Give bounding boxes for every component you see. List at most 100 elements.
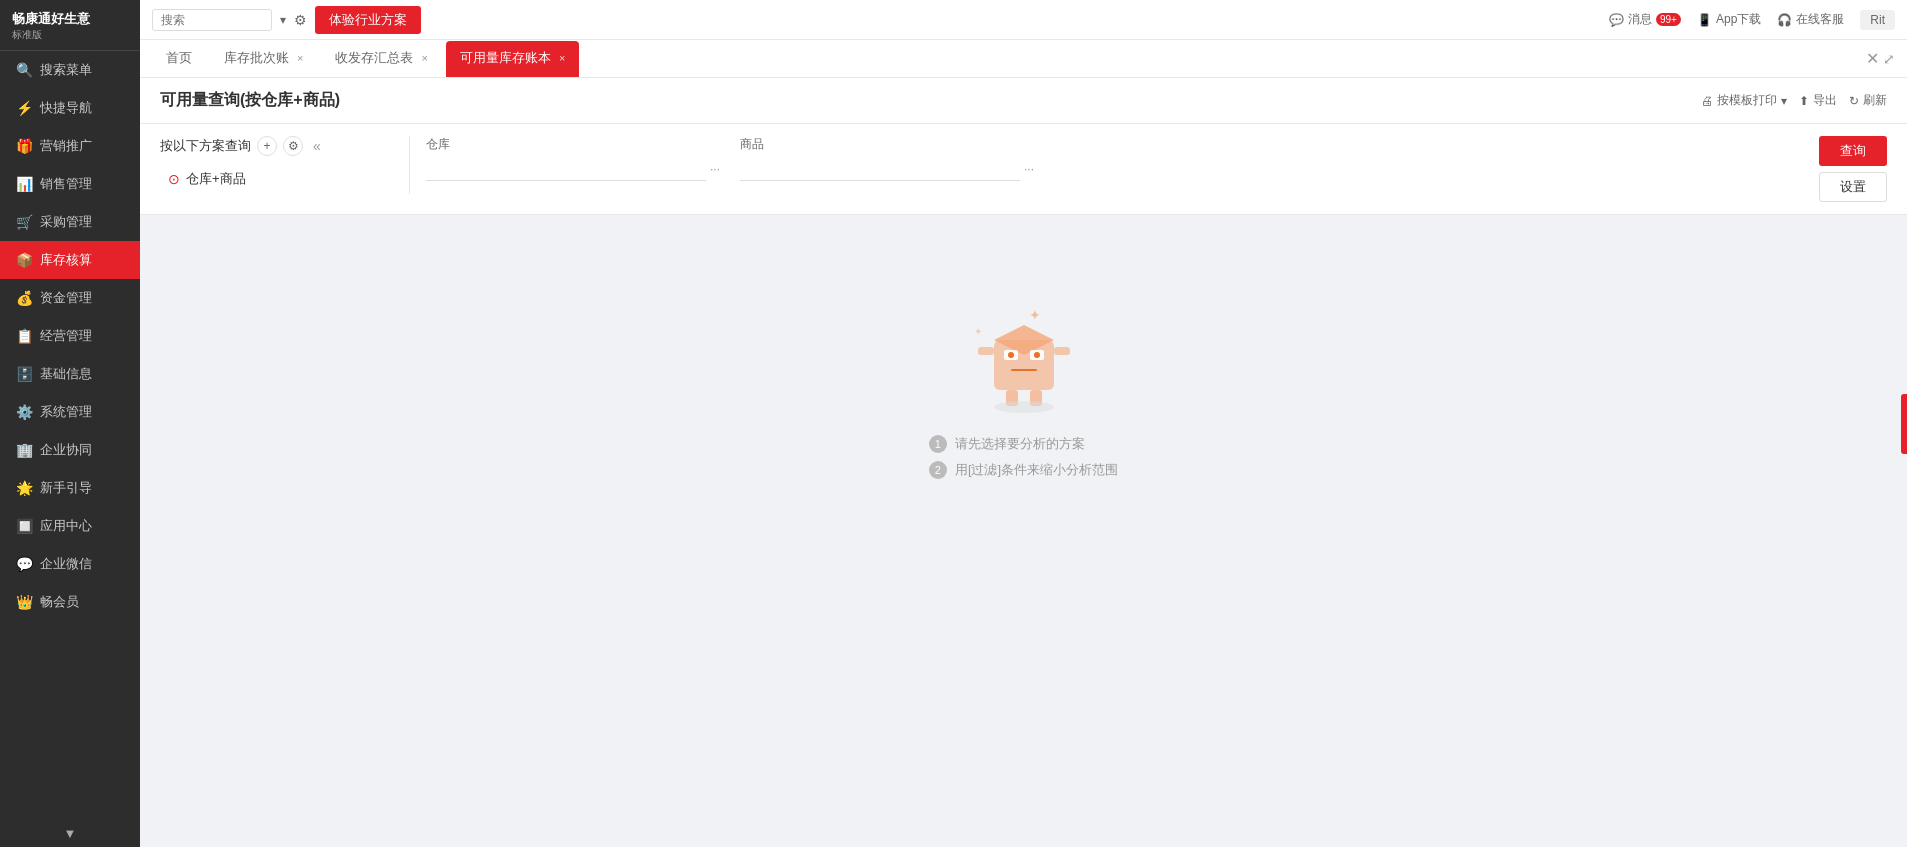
sidebar-icon-quick-nav: ⚡: [16, 100, 32, 116]
trial-industry-button[interactable]: 体验行业方案: [315, 6, 421, 34]
tab-label-home: 首页: [166, 49, 192, 67]
search-dropdown-icon[interactable]: ▾: [280, 13, 286, 27]
sidebar-item-marketing[interactable]: 🎁 营销推广: [0, 127, 140, 165]
sidebar-icon-app-center: 🔲: [16, 518, 32, 534]
print-button[interactable]: 🖨 按模板打印 ▾: [1701, 92, 1787, 109]
refresh-button[interactable]: ↻ 刷新: [1849, 92, 1887, 109]
scheme-panel: 按以下方案查询 + ⚙ « ⊙ 仓库+商品: [160, 136, 410, 194]
sidebar-item-search[interactable]: 🔍 搜索菜单: [0, 51, 140, 89]
hint-num-1: 1: [929, 435, 947, 453]
empty-hint-2: 2 用[过滤]条件来缩小分析范围: [929, 461, 1118, 479]
sidebar-label-finance: 资金管理: [40, 289, 92, 307]
user-name: Rit: [1870, 13, 1885, 27]
sidebar-label-member: 畅会员: [40, 593, 79, 611]
sidebar-icon-member: 👑: [16, 594, 32, 610]
svg-rect-9: [978, 347, 994, 355]
scheme-header-label: 按以下方案查询: [160, 137, 251, 155]
sidebar-item-inventory[interactable]: 📦 库存核算: [0, 241, 140, 279]
collapse-scheme-icon[interactable]: «: [313, 138, 321, 154]
sidebar-label-system: 系统管理: [40, 403, 92, 421]
sidebar-item-sales[interactable]: 📊 销售管理: [0, 165, 140, 203]
print-dropdown-icon: ▾: [1781, 94, 1787, 108]
sidebar-logo-title: 畅康通好生意: [12, 10, 128, 28]
app-label: App下载: [1716, 11, 1761, 28]
tab-collect-summary[interactable]: 收发存汇总表×: [321, 41, 441, 77]
sidebar-icon-system: ⚙️: [16, 404, 32, 420]
main-area: ▾ ⚙ 体验行业方案 💬 消息 99+ 📱 App下载 🎧 在线客服 Rit 首: [140, 0, 1907, 847]
settings-icon[interactable]: ⚙: [294, 12, 307, 28]
export-button[interactable]: ⬆ 导出: [1799, 92, 1837, 109]
sidebar-item-quick-nav[interactable]: ⚡ 快捷导航: [0, 89, 140, 127]
message-badge: 99+: [1656, 13, 1681, 26]
add-scheme-button[interactable]: +: [257, 136, 277, 156]
sidebar-icon-finance: 💰: [16, 290, 32, 306]
empty-state: ✦ ✦ 1 请先选择要分析的方案 2 用[过滤]条件来缩小分析范围: [140, 215, 1907, 559]
svg-text:✦: ✦: [1029, 307, 1041, 323]
sidebar-logo: 畅康通好生意 标准版: [0, 0, 140, 51]
user-menu[interactable]: Rit: [1860, 10, 1895, 30]
sidebar-item-wechat[interactable]: 💬 企业微信: [0, 545, 140, 583]
online-service-button[interactable]: 🎧 在线客服: [1777, 11, 1844, 28]
tab-close-window[interactable]: ✕: [1866, 49, 1879, 68]
product-more-icon[interactable]: ···: [1024, 162, 1034, 176]
tab-expand-icon[interactable]: ⤢: [1883, 51, 1895, 67]
action-buttons: 查询 设置: [1819, 136, 1887, 202]
tab-bar: 首页库存批次账×收发存汇总表×可用量库存账本× ✕ ⤢: [140, 40, 1907, 78]
sidebar-item-finance[interactable]: 💰 资金管理: [0, 279, 140, 317]
sidebar-item-newbie[interactable]: 🌟 新手引导: [0, 469, 140, 507]
sidebar-item-member[interactable]: 👑 畅会员: [0, 583, 140, 621]
settings-button[interactable]: 设置: [1819, 172, 1887, 202]
tab-home[interactable]: 首页: [152, 41, 206, 77]
message-button[interactable]: 💬 消息 99+: [1609, 11, 1681, 28]
sidebar-icon-sales: 📊: [16, 176, 32, 192]
sidebar-label-basic: 基础信息: [40, 365, 92, 383]
sidebar-icon-marketing: 🎁: [16, 138, 32, 154]
refresh-icon: ↻: [1849, 94, 1859, 108]
empty-hint-1: 1 请先选择要分析的方案: [929, 435, 1118, 453]
sidebar-icon-search: 🔍: [16, 62, 32, 78]
sidebar-label-purchase: 采购管理: [40, 213, 92, 231]
tab-available-ledger[interactable]: 可用量库存账本×: [446, 41, 579, 77]
warehouse-more-icon[interactable]: ···: [710, 162, 720, 176]
search-input[interactable]: [152, 9, 272, 31]
sidebar-icon-inventory: 📦: [16, 252, 32, 268]
manage-scheme-button[interactable]: ⚙: [283, 136, 303, 156]
topbar: ▾ ⚙ 体验行业方案 💬 消息 99+ 📱 App下载 🎧 在线客服 Rit: [140, 0, 1907, 40]
scheme-item-label: 仓库+商品: [186, 170, 246, 188]
page-title: 可用量查询(按仓库+商品): [160, 90, 340, 111]
tab-close-available-ledger[interactable]: ×: [559, 52, 565, 64]
empty-illustration: ✦ ✦: [964, 295, 1084, 415]
app-download-button[interactable]: 📱 App下载: [1697, 11, 1761, 28]
tab-close-collect-summary[interactable]: ×: [421, 52, 427, 64]
sidebar-item-system[interactable]: ⚙️ 系统管理: [0, 393, 140, 431]
message-label: 消息: [1628, 11, 1652, 28]
sidebar-item-app-center[interactable]: 🔲 应用中心: [0, 507, 140, 545]
warehouse-input[interactable]: [426, 157, 706, 181]
sidebar-icon-operation: 📋: [16, 328, 32, 344]
sidebar-nav: 🔍 搜索菜单 ⚡ 快捷导航 🎁 营销推广 📊 销售管理 🛒 采购管理 📦 库存核…: [0, 51, 140, 820]
sidebar-scroll-down[interactable]: ▼: [0, 820, 140, 847]
sidebar-item-enterprise[interactable]: 🏢 企业协同: [0, 431, 140, 469]
scheme-item-warehouse-product[interactable]: ⊙ 仓库+商品: [160, 164, 397, 194]
empty-hints: 1 请先选择要分析的方案 2 用[过滤]条件来缩小分析范围: [929, 435, 1118, 479]
tab-batch-ledger[interactable]: 库存批次账×: [210, 41, 317, 77]
export-icon: ⬆: [1799, 94, 1809, 108]
sidebar-label-sales: 销售管理: [40, 175, 92, 193]
scheme-header: 按以下方案查询 + ⚙ «: [160, 136, 397, 156]
svg-text:✦: ✦: [974, 326, 982, 337]
query-button[interactable]: 查询: [1819, 136, 1887, 166]
product-input[interactable]: [740, 157, 1020, 181]
service-icon: 🎧: [1777, 13, 1792, 27]
hint-text-2: 用[过滤]条件来缩小分析范围: [955, 461, 1118, 479]
sidebar-label-newbie: 新手引导: [40, 479, 92, 497]
svg-rect-10: [1054, 347, 1070, 355]
sidebar-icon-basic: 🗄️: [16, 366, 32, 382]
topbar-right: 💬 消息 99+ 📱 App下载 🎧 在线客服 Rit: [1609, 10, 1895, 30]
sidebar-icon-wechat: 💬: [16, 556, 32, 572]
tab-close-batch-ledger[interactable]: ×: [297, 52, 303, 64]
scheme-item-icon: ⊙: [168, 171, 180, 187]
sidebar-item-purchase[interactable]: 🛒 采购管理: [0, 203, 140, 241]
sidebar-item-basic[interactable]: 🗄️ 基础信息: [0, 355, 140, 393]
sidebar-item-operation[interactable]: 📋 经营管理: [0, 317, 140, 355]
svg-point-4: [1008, 352, 1014, 358]
